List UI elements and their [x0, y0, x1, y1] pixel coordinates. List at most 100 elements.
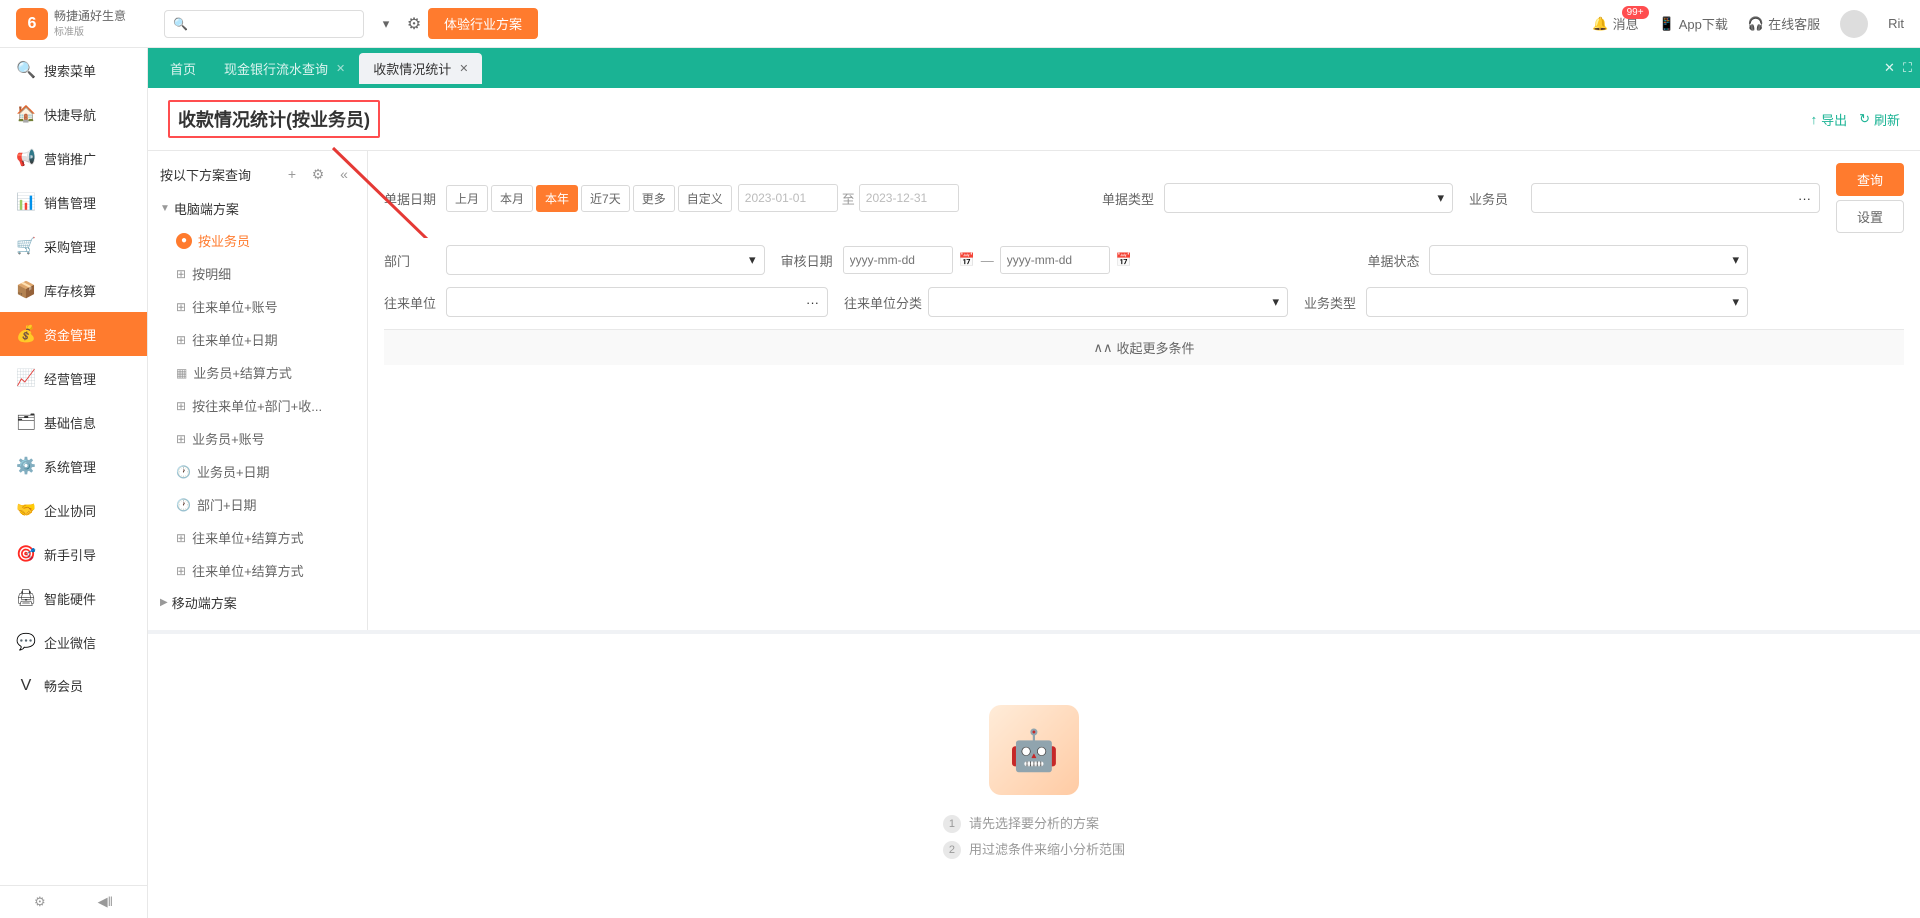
review-date-from[interactable] — [843, 246, 953, 274]
sidebar: 🔍 搜索菜单 🏠 快捷导航 📢 营销推广 📊 销售管理 🛒 采购管理 📦 库存核… — [0, 48, 148, 918]
grid-icon: ⊞ — [176, 432, 186, 446]
search-icon: 🔍 — [173, 17, 188, 31]
partner-category-select[interactable]: ▾ — [928, 287, 1288, 317]
sidebar-item-sales[interactable]: 📊 销售管理 — [0, 180, 147, 224]
tab-home[interactable]: 首页 — [156, 53, 210, 84]
scheme-add-btn[interactable]: + — [281, 163, 303, 185]
refresh-icon: ↻ — [1859, 111, 1870, 127]
partner-input[interactable]: ··· — [446, 287, 828, 317]
date-from-input[interactable] — [738, 184, 838, 212]
logo-area: 6 畅捷通好生意 标准版 — [16, 8, 164, 40]
tab-bank[interactable]: 现金银行流水查询 ✕ — [210, 53, 359, 84]
sidebar-item-wechat[interactable]: 💬 企业微信 — [0, 620, 147, 664]
sidebar-item-basic[interactable]: 🗂 基础信息 — [0, 400, 147, 444]
empty-area: 🤖 1 请先选择要分析的方案 2 用过滤条件来缩小分析范围 — [148, 634, 1920, 918]
more-icon: ··· — [1798, 191, 1811, 206]
sidebar-settings-icon[interactable]: ⚙ — [34, 894, 46, 910]
date-btn-more[interactable]: 更多 — [633, 185, 675, 212]
scheme-item-partner-date[interactable]: ⊞ 往来单位+日期 — [148, 323, 367, 356]
scheme-item-partner-dept-collection[interactable]: ⊞ 按往来单位+部门+收... — [148, 389, 367, 422]
scheme-item-salesperson-date[interactable]: 🕐 业务员+日期 — [148, 455, 367, 488]
tab-collection[interactable]: 收款情况统计 ✕ — [359, 53, 482, 84]
scheme-item-salesperson-account[interactable]: ⊞ 业务员+账号 — [148, 422, 367, 455]
scheme-item-detail[interactable]: ⊞ 按明细 — [148, 257, 367, 290]
review-date-to[interactable] — [1000, 246, 1110, 274]
header-gear-btn[interactable]: ⚙ — [400, 10, 428, 38]
sidebar-item-quick-nav[interactable]: 🏠 快捷导航 — [0, 92, 147, 136]
tab-collection-close[interactable]: ✕ — [459, 62, 468, 75]
sidebar-item-inventory[interactable]: 📦 库存核算 — [0, 268, 147, 312]
scheme-header-label: 按以下方案查询 — [160, 165, 251, 184]
app-logo-icon: 6 — [16, 8, 48, 40]
enterprise-icon: 🤝 — [16, 500, 36, 520]
refresh-btn[interactable]: ↻ 刷新 — [1859, 110, 1900, 129]
dept-select[interactable]: ▾ — [446, 245, 765, 275]
date-btn-this-month[interactable]: 本月 — [491, 185, 533, 212]
bell-icon: 🔔 — [1592, 16, 1608, 32]
date-btn-custom[interactable]: 自定义 — [678, 185, 732, 212]
scheme-item-salesperson[interactable]: ● 按业务员 — [148, 224, 367, 257]
sidebar-collapse-icon[interactable]: ◀‖ — [98, 894, 113, 910]
sidebar-item-search[interactable]: 🔍 搜索菜单 — [0, 48, 147, 92]
salesperson-select[interactable]: ··· — [1531, 183, 1820, 213]
partner-category-label: 往来单位分类 — [844, 293, 922, 312]
scheme-item-partner-settlement2[interactable]: ⊞ 往来单位+结算方式 — [148, 554, 367, 587]
date-btn-this-year[interactable]: 本年 — [536, 185, 578, 212]
scheme-item-partner-account[interactable]: ⊞ 往来单位+账号 — [148, 290, 367, 323]
empty-step-1: 1 请先选择要分析的方案 — [943, 811, 1125, 837]
user-avatar[interactable] — [1840, 10, 1868, 38]
app-download-btn[interactable]: 📱 App下载 — [1659, 14, 1728, 33]
date-btn-last-month[interactable]: 上月 — [446, 185, 488, 212]
wechat-icon: 💬 — [16, 632, 36, 652]
scheme-item-dept-date[interactable]: 🕐 部门+日期 — [148, 488, 367, 521]
scheme-item-salesperson-settlement[interactable]: ▦ 业务员+结算方式 — [148, 356, 367, 389]
sidebar-item-system[interactable]: ⚙️ 系统管理 — [0, 444, 147, 488]
sidebar-item-finance[interactable]: 💰 资金管理 — [0, 312, 147, 356]
export-icon: ↑ — [1811, 112, 1818, 127]
sidebar-item-member[interactable]: V 畅会员 — [0, 664, 147, 707]
scheme-settings-btn[interactable]: ⚙ — [307, 163, 329, 185]
header-dropdown-btn[interactable]: ▾ — [372, 10, 400, 38]
sidebar-item-guide[interactable]: 🎯 新手引导 — [0, 532, 147, 576]
export-btn[interactable]: ↑ 导出 — [1811, 110, 1848, 129]
empty-steps: 1 请先选择要分析的方案 2 用过滤条件来缩小分析范围 — [943, 811, 1125, 863]
tab-bank-close[interactable]: ✕ — [336, 62, 345, 75]
sidebar-item-enterprise[interactable]: 🤝 企业协同 — [0, 488, 147, 532]
messages-btn[interactable]: 🔔 消息 99+ — [1592, 14, 1638, 33]
system-icon: ⚙️ — [16, 456, 36, 476]
tab-fullscreen-icon[interactable]: ⛶ — [1903, 60, 1912, 76]
scheme-category-desktop[interactable]: ▼ 电脑端方案 — [148, 193, 367, 224]
scheme-item-partner-settlement1[interactable]: ⊞ 往来单位+结算方式 — [148, 521, 367, 554]
filter-row-3: 往来单位 ··· 往来单位分类 ▾ 业务类型 ▾ — [384, 287, 1904, 317]
trial-button[interactable]: 体验行业方案 — [428, 8, 538, 39]
collapse-bar[interactable]: ∧∧ 收起更多条件 — [384, 329, 1904, 365]
sidebar-item-hardware[interactable]: 🖨 智能硬件 — [0, 576, 147, 620]
basic-icon: 🗂 — [16, 412, 36, 432]
tab-close-all-icon[interactable]: ✕ — [1884, 60, 1895, 76]
sidebar-item-purchase[interactable]: 🛒 采购管理 — [0, 224, 147, 268]
business-type-select[interactable]: ▾ — [1366, 287, 1748, 317]
tab-bar-right: ✕ ⛶ — [1884, 60, 1912, 76]
doc-type-select[interactable]: ▾ — [1164, 183, 1453, 213]
sidebar-item-marketing[interactable]: 📢 营销推广 — [0, 136, 147, 180]
user-name[interactable]: Rit — [1888, 16, 1904, 31]
scheme-category-mobile[interactable]: ▶ 移动端方案 — [148, 587, 367, 618]
member-icon: V — [16, 677, 36, 695]
grid-icon: ⊞ — [176, 564, 186, 578]
settings-btn[interactable]: 设置 — [1836, 200, 1904, 233]
calendar-icon-from[interactable]: 📅 — [959, 252, 975, 268]
date-to-input[interactable] — [859, 184, 959, 212]
sidebar-item-operations[interactable]: 📈 经营管理 — [0, 356, 147, 400]
review-date-label: 审核日期 — [781, 251, 837, 270]
date-btn-7days[interactable]: 近7天 — [581, 185, 630, 212]
scheme-collapse-btn[interactable]: « — [333, 163, 355, 185]
calendar-icon-to[interactable]: 📅 — [1116, 252, 1132, 268]
online-service-btn[interactable]: 🎧 在线客服 — [1748, 14, 1820, 33]
doc-status-select[interactable]: ▾ — [1429, 245, 1748, 275]
page-actions: ↑ 导出 ↻ 刷新 — [1811, 110, 1900, 129]
sales-icon: 📊 — [16, 192, 36, 212]
query-btn[interactable]: 查询 — [1836, 163, 1904, 196]
tab-bar: 首页 现金银行流水查询 ✕ 收款情况统计 ✕ ✕ ⛶ — [148, 48, 1920, 88]
header-search-box[interactable]: 🔍 — [164, 10, 364, 38]
chart-bar-icon: ▦ — [176, 366, 187, 380]
